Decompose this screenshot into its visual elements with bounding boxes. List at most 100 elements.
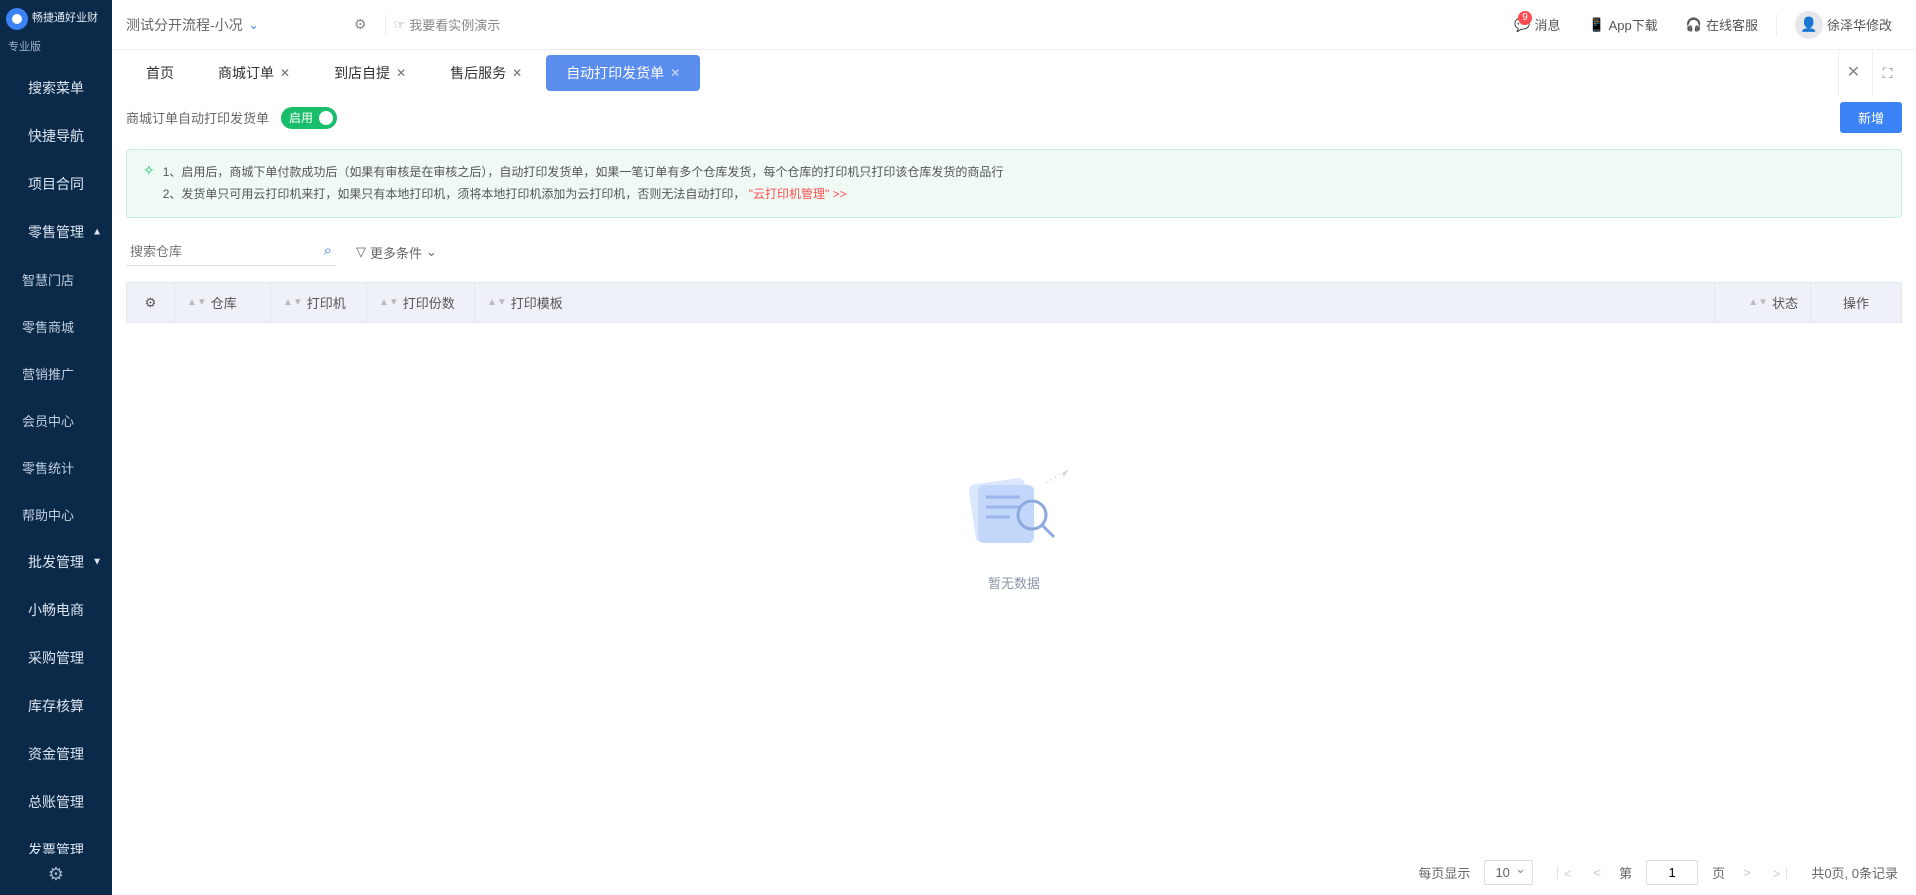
tab-label: 商城订单 (218, 63, 274, 83)
col-status[interactable]: ▲▼状态 (1715, 283, 1811, 322)
sidebar-item-15[interactable]: 总账管理 (0, 778, 112, 826)
fullscreen-icon[interactable]: ⛶ (1872, 50, 1902, 96)
col-copies[interactable]: ▲▼打印份数 (367, 283, 475, 322)
toggle-label: 启用 (289, 109, 313, 126)
side-menu: 搜索菜单快捷导航项目合同零售管理▲智慧门店零售商城营销推广会员中心零售统计帮助中… (0, 64, 112, 854)
user-menu[interactable]: 👤 徐泽华修改 (1785, 11, 1902, 39)
sidebar-item-12[interactable]: 采购管理 (0, 634, 112, 682)
close-icon[interactable]: ✕ (670, 66, 680, 80)
sidebar-item-6[interactable]: 营销推广 (0, 350, 112, 397)
sidebar-item-1[interactable]: 快捷导航 (0, 112, 112, 160)
tab-0[interactable]: 首页 (126, 55, 194, 91)
sidebar-item-3[interactable]: 零售管理▲ (0, 208, 112, 256)
sidebar: 畅捷通好业财 专业版 搜索菜单快捷导航项目合同零售管理▲智慧门店零售商城营销推广… (0, 0, 112, 895)
tab-4[interactable]: 自动打印发货单 ✕ (546, 55, 700, 91)
page-number-input[interactable] (1646, 860, 1698, 885)
chevron-icon: ▼ (92, 557, 102, 568)
banner-line-1: 1、启用后，商城下单付款成功后（如果有审核是在审核之后），自动打印发货单，如果一… (163, 162, 1885, 184)
messages-button[interactable]: 💬 9 消息 (1504, 15, 1570, 34)
col-actions: 操作 (1811, 283, 1901, 322)
divider (1776, 14, 1777, 36)
avatar-icon: 👤 (1795, 11, 1823, 39)
banner-line-2: 2、发货单只可用云打印机来打，如果只有本地打印机，须将本地打印机添加为云打印机，… (163, 184, 1885, 206)
chevron-icon: ▲ (92, 227, 102, 238)
search-icon[interactable]: ⌕ (324, 242, 332, 259)
account-name: 测试分开流程-小况 (126, 15, 243, 35)
chevron-down-icon: ⌄ (249, 18, 259, 32)
message-badge: 9 (1518, 11, 1532, 25)
sidebar-item-7[interactable]: 会员中心 (0, 397, 112, 444)
sidebar-item-14[interactable]: 资金管理 (0, 730, 112, 778)
first-page-button[interactable]: ｜< (1547, 863, 1576, 882)
col-warehouse[interactable]: ▲▼仓库 (175, 283, 271, 322)
empty-state: 暂无数据 (126, 323, 1902, 632)
new-button[interactable]: 新增 (1840, 102, 1902, 133)
sidebar-item-0[interactable]: 搜索菜单 (0, 64, 112, 112)
info-banner: ✧ 1、启用后，商城下单付款成功后（如果有审核是在审核之后），自动打印发货单，如… (126, 149, 1902, 218)
toggle-knob (319, 111, 333, 125)
close-icon[interactable]: ✕ (280, 66, 290, 80)
account-selector[interactable]: 测试分开流程-小况 ⌄ (126, 15, 336, 35)
prev-page-button[interactable]: < (1590, 865, 1606, 880)
tab-3[interactable]: 售后服务✕ (430, 55, 542, 91)
demo-link[interactable]: ☞ 我要看实例演示 (394, 15, 501, 34)
messages-label: 消息 (1534, 15, 1560, 34)
col-printer[interactable]: ▲▼打印机 (271, 283, 367, 322)
tabbar: 首页商城订单✕到店自提✕售后服务✕自动打印发货单✕ ✕ ⛶ (112, 50, 1916, 96)
toolbar-title: 商城订单自动打印发货单 (126, 108, 269, 127)
sidebar-item-13[interactable]: 库存核算 (0, 682, 112, 730)
account-settings-icon[interactable]: ⚙ (344, 16, 377, 33)
support-button[interactable]: 🎧 在线客服 (1676, 15, 1768, 34)
tab-label: 首页 (146, 63, 174, 83)
column-settings-button[interactable]: ⚙ (127, 283, 175, 322)
app-label: App下载 (1609, 15, 1658, 34)
phone-icon: 📱 (1588, 17, 1604, 33)
logo: 畅捷通好业财 (0, 0, 112, 38)
app-logo-icon (6, 8, 28, 30)
empty-text: 暂无数据 (126, 573, 1902, 592)
enable-toggle[interactable]: 启用 (281, 107, 337, 129)
app-download-button[interactable]: 📱 App下载 (1578, 15, 1667, 34)
page-label-prefix: 第 (1619, 863, 1632, 882)
last-page-button[interactable]: >｜ (1769, 863, 1798, 882)
sidebar-item-16[interactable]: 发票管理 (0, 826, 112, 854)
topbar: 测试分开流程-小况 ⌄ ⚙ ☞ 我要看实例演示 💬 9 消息 📱 App下载 🎧 (112, 0, 1916, 50)
sidebar-item-5[interactable]: 零售商城 (0, 303, 112, 350)
sidebar-settings-icon[interactable]: ⚙ (0, 854, 112, 895)
filter-bar: ⌕ ▽ 更多条件 ⌄ (112, 228, 1916, 282)
app-name: 畅捷通好业财 (32, 12, 98, 25)
close-icon[interactable]: ✕ (396, 66, 406, 80)
sidebar-item-2[interactable]: 项目合同 (0, 160, 112, 208)
warehouse-search-input[interactable] (126, 238, 336, 266)
sidebar-item-8[interactable]: 零售统计 (0, 444, 112, 491)
empty-illustration-icon (954, 463, 1074, 553)
pagination: 每页显示 10 ｜< < 第 页 > >｜ 共0页, 0条记录 (112, 850, 1916, 895)
close-current-tab[interactable]: ✕ (1838, 50, 1868, 96)
tab-label: 自动打印发货单 (566, 63, 664, 83)
divider (385, 14, 386, 36)
data-table: ⚙ ▲▼仓库 ▲▼打印机 ▲▼打印份数 ▲▼打印模板 ▲▼状态 操作 (126, 282, 1902, 632)
table-header: ⚙ ▲▼仓库 ▲▼打印机 ▲▼打印份数 ▲▼打印模板 ▲▼状态 操作 (126, 282, 1902, 323)
more-filters-button[interactable]: ▽ 更多条件 ⌄ (356, 243, 437, 262)
tab-1[interactable]: 商城订单 ✕ (198, 55, 310, 91)
per-page-label: 每页显示 (1418, 863, 1470, 882)
tab-label: 到店自提 (334, 63, 390, 83)
bulb-icon: ✧ (143, 162, 155, 205)
chevron-down-icon: ⌄ (426, 244, 437, 260)
user-name: 徐泽华修改 (1827, 15, 1892, 34)
next-page-button[interactable]: > (1739, 865, 1755, 880)
demo-label: 我要看实例演示 (409, 15, 500, 34)
support-label: 在线客服 (1706, 15, 1758, 34)
tab-2[interactable]: 到店自提 ✕ (314, 55, 426, 91)
sidebar-item-11[interactable]: 小畅电商 (0, 586, 112, 634)
sidebar-item-9[interactable]: 帮助中心 (0, 491, 112, 538)
page-label-suffix: 页 (1712, 863, 1725, 882)
cloud-printer-link[interactable]: "云打印机管理" >> (749, 184, 847, 206)
col-template[interactable]: ▲▼打印模板 (475, 283, 1715, 322)
filter-icon: ▽ (356, 244, 366, 260)
more-filters-label: 更多条件 (370, 243, 422, 262)
sidebar-item-4[interactable]: 智慧门店 (0, 256, 112, 303)
close-icon[interactable]: ✕ (512, 66, 522, 80)
page-size-select[interactable]: 10 (1484, 860, 1532, 885)
sidebar-item-10[interactable]: 批发管理▼ (0, 538, 112, 586)
